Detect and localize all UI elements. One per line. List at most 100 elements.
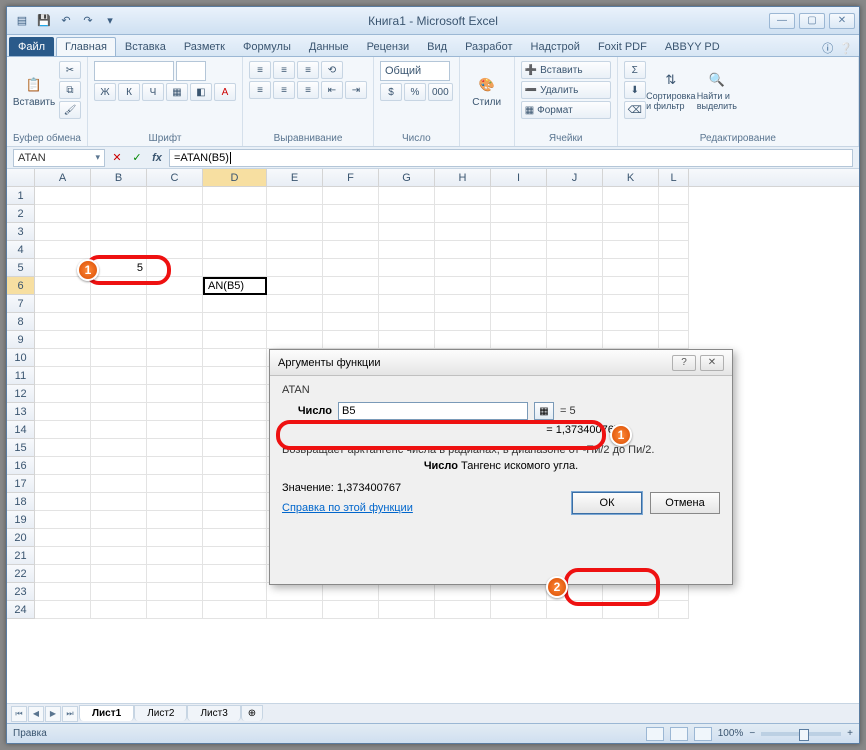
view-normal[interactable] xyxy=(646,727,664,741)
row-header-9[interactable]: 9 xyxy=(7,331,35,349)
cell-H5[interactable] xyxy=(435,259,491,277)
cell-B9[interactable] xyxy=(91,331,147,349)
cell-D3[interactable] xyxy=(203,223,267,241)
cell-I6[interactable] xyxy=(491,277,547,295)
row-header-21[interactable]: 21 xyxy=(7,547,35,565)
tab-abbyy[interactable]: ABBYY PD xyxy=(656,37,729,56)
cell-J5[interactable] xyxy=(547,259,603,277)
sheet-tab-3[interactable]: Лист3 xyxy=(187,705,240,721)
cell-A7[interactable] xyxy=(35,295,91,313)
cell-G2[interactable] xyxy=(379,205,435,223)
row-header-6[interactable]: 6 xyxy=(7,277,35,295)
cell-D4[interactable] xyxy=(203,241,267,259)
cell-G3[interactable] xyxy=(379,223,435,241)
cell-F9[interactable] xyxy=(323,331,379,349)
align-top[interactable]: ≡ xyxy=(249,61,271,79)
cell-H9[interactable] xyxy=(435,331,491,349)
save-icon[interactable]: 💾 xyxy=(35,12,53,30)
cell-H3[interactable] xyxy=(435,223,491,241)
cell-I2[interactable] xyxy=(491,205,547,223)
cell-L2[interactable] xyxy=(659,205,689,223)
row-header-12[interactable]: 12 xyxy=(7,385,35,403)
help-link[interactable]: Справка по этой функции xyxy=(282,502,413,514)
cell-D19[interactable] xyxy=(203,511,267,529)
cell-B14[interactable] xyxy=(91,421,147,439)
view-break[interactable] xyxy=(694,727,712,741)
cell-E4[interactable] xyxy=(267,241,323,259)
cell-C17[interactable] xyxy=(147,475,203,493)
cell-C1[interactable] xyxy=(147,187,203,205)
sheet-nav-prev[interactable]: ◀ xyxy=(28,706,44,722)
cell-B11[interactable] xyxy=(91,367,147,385)
zoom-in[interactable]: + xyxy=(847,728,853,739)
cell-A19[interactable] xyxy=(35,511,91,529)
cell-B1[interactable] xyxy=(91,187,147,205)
cell-D11[interactable] xyxy=(203,367,267,385)
cell-K5[interactable] xyxy=(603,259,659,277)
tab-review[interactable]: Рецензи xyxy=(358,37,419,56)
cell-F8[interactable] xyxy=(323,313,379,331)
cell-C22[interactable] xyxy=(147,565,203,583)
cell-H23[interactable] xyxy=(435,583,491,601)
cell-H8[interactable] xyxy=(435,313,491,331)
italic-button[interactable]: К xyxy=(118,83,140,101)
tab-data[interactable]: Данные xyxy=(300,37,358,56)
cell-A14[interactable] xyxy=(35,421,91,439)
cell-G6[interactable] xyxy=(379,277,435,295)
cancel-formula[interactable]: ✕ xyxy=(108,149,126,167)
cell-F6[interactable] xyxy=(323,277,379,295)
copy-button[interactable]: ⧉ xyxy=(59,81,81,99)
cell-G9[interactable] xyxy=(379,331,435,349)
dialog-titlebar[interactable]: Аргументы функции ?✕ xyxy=(270,350,732,376)
cell-A4[interactable] xyxy=(35,241,91,259)
cell-E2[interactable] xyxy=(267,205,323,223)
cell-G8[interactable] xyxy=(379,313,435,331)
cell-B6[interactable] xyxy=(91,277,147,295)
cell-B12[interactable] xyxy=(91,385,147,403)
cell-C23[interactable] xyxy=(147,583,203,601)
formula-input[interactable]: =ATAN(B5) xyxy=(169,149,853,167)
cell-C19[interactable] xyxy=(147,511,203,529)
cell-B17[interactable] xyxy=(91,475,147,493)
dialog-close-button[interactable]: ✕ xyxy=(700,355,724,371)
cell-J6[interactable] xyxy=(547,277,603,295)
cancel-button[interactable]: Отмена xyxy=(650,492,720,514)
cell-A21[interactable] xyxy=(35,547,91,565)
cell-C10[interactable] xyxy=(147,349,203,367)
cell-G1[interactable] xyxy=(379,187,435,205)
cell-A20[interactable] xyxy=(35,529,91,547)
col-header-L[interactable]: L xyxy=(659,169,689,186)
cell-J3[interactable] xyxy=(547,223,603,241)
cell-G4[interactable] xyxy=(379,241,435,259)
row-header-4[interactable]: 4 xyxy=(7,241,35,259)
cell-G7[interactable] xyxy=(379,295,435,313)
percent[interactable]: % xyxy=(404,83,426,101)
cell-B19[interactable] xyxy=(91,511,147,529)
help-icon[interactable]: ❔ xyxy=(839,42,853,55)
cell-C6[interactable] xyxy=(147,277,203,295)
name-box[interactable]: ATAN▾ xyxy=(13,149,105,167)
cell-B23[interactable] xyxy=(91,583,147,601)
align-left[interactable]: ≡ xyxy=(249,81,271,99)
cell-B20[interactable] xyxy=(91,529,147,547)
row-header-23[interactable]: 23 xyxy=(7,583,35,601)
ok-button[interactable]: ОК xyxy=(572,492,642,514)
border-button[interactable]: ▦ xyxy=(166,83,188,101)
fill-color-button[interactable]: ◧ xyxy=(190,83,212,101)
qat-dropdown-icon[interactable]: ▾ xyxy=(101,12,119,30)
cell-H7[interactable] xyxy=(435,295,491,313)
sheet-nav-next[interactable]: ▶ xyxy=(45,706,61,722)
fx-button[interactable]: fx xyxy=(148,149,166,167)
row-header-19[interactable]: 19 xyxy=(7,511,35,529)
cell-F7[interactable] xyxy=(323,295,379,313)
cell-D12[interactable] xyxy=(203,385,267,403)
cell-I9[interactable] xyxy=(491,331,547,349)
row-header-13[interactable]: 13 xyxy=(7,403,35,421)
tab-layout[interactable]: Разметк xyxy=(175,37,234,56)
cell-D5[interactable] xyxy=(203,259,267,277)
row-header-17[interactable]: 17 xyxy=(7,475,35,493)
cell-C7[interactable] xyxy=(147,295,203,313)
new-sheet-button[interactable]: ⊕ xyxy=(241,705,263,721)
cell-A9[interactable] xyxy=(35,331,91,349)
indent-inc[interactable]: ⇥ xyxy=(345,81,367,99)
